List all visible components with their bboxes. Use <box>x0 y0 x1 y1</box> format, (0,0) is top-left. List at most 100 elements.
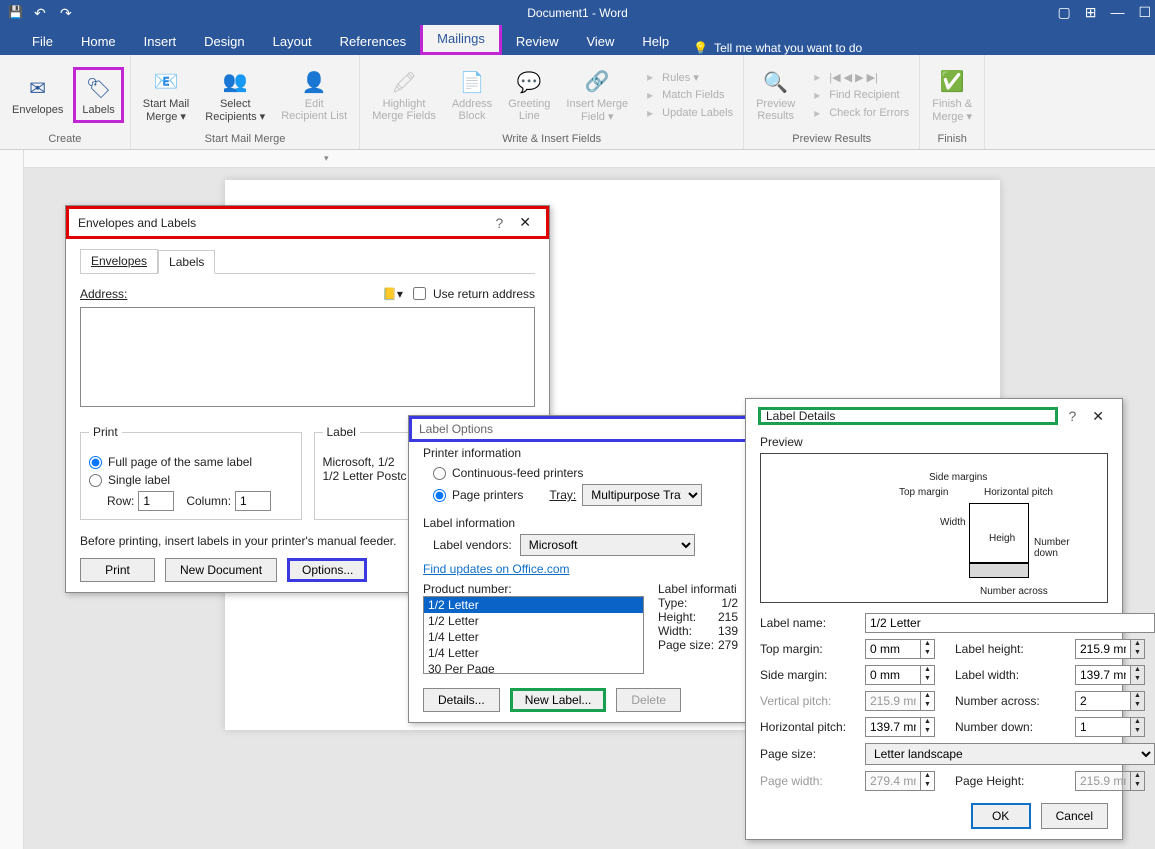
page-size-select[interactable]: Letter landscape <box>865 743 1155 765</box>
help-icon[interactable]: ? <box>1058 408 1086 424</box>
greeting-line-btn-label: Greeting Line <box>508 98 550 122</box>
spin-up[interactable]: ▲ <box>921 772 934 781</box>
find-updates-link[interactable]: Find updates on Office.com <box>423 562 738 576</box>
save-icon[interactable] <box>8 5 24 21</box>
undo-icon[interactable] <box>34 5 50 21</box>
spin-up[interactable]: ▲ <box>921 718 934 727</box>
details-button[interactable]: Details... <box>423 688 500 712</box>
tab-file[interactable]: File <box>18 28 67 55</box>
spin-down[interactable]: ▼ <box>1131 781 1144 790</box>
column-input[interactable] <box>235 491 271 511</box>
page-printers-radio[interactable] <box>433 489 446 502</box>
single-label-label: Single label <box>108 473 170 487</box>
spin-down[interactable]: ▼ <box>921 649 934 658</box>
product-item[interactable]: 1/4 Letter <box>424 629 643 645</box>
tab-labels[interactable]: Labels <box>158 250 215 274</box>
edit-recipient-list-btn-label: Edit Recipient List <box>281 98 347 122</box>
dialog-titlebar[interactable]: Label Details ? ✕ <box>746 399 1122 433</box>
label-details-grid: Label name: Top margin: ▲▼ Label height:… <box>760 613 1108 791</box>
full-page-radio[interactable] <box>89 456 102 469</box>
rec-nav-label: |◀ ◀ ▶ ▶| <box>829 71 878 84</box>
use-return-label: Use return address <box>433 287 535 301</box>
close-icon[interactable]: ✕ <box>1086 408 1110 425</box>
top-margin-input[interactable] <box>865 639 921 659</box>
spin-down[interactable]: ▼ <box>1131 727 1144 736</box>
tab-help[interactable]: Help <box>628 28 683 55</box>
select-recipients-btn[interactable]: 👥Select Recipients ▾ <box>199 64 271 127</box>
tab-review[interactable]: Review <box>502 28 573 55</box>
start-mail-merge-btn[interactable]: 📧Start Mail Merge ▾ <box>137 64 195 127</box>
tab-references[interactable]: References <box>326 28 420 55</box>
tab-envelopes[interactable]: Envelopes <box>80 249 158 273</box>
product-item[interactable]: 1/2 Letter <box>424 613 643 629</box>
spin-down[interactable]: ▼ <box>921 675 934 684</box>
minimize-icon[interactable]: — <box>1110 4 1124 21</box>
new-label-button[interactable]: New Label... <box>510 688 607 712</box>
greeting-line-btn-icon: 💬 <box>515 68 543 96</box>
spin-down[interactable]: ▼ <box>1131 701 1144 710</box>
row-input[interactable] <box>138 491 174 511</box>
help-icon[interactable]: ? <box>485 215 513 231</box>
num-down-input[interactable] <box>1075 717 1131 737</box>
product-item[interactable]: 30 Per Page <box>424 661 643 674</box>
spin-up[interactable]: ▲ <box>1131 718 1144 727</box>
tell-me-field[interactable]: Tell me what you want to do <box>693 41 862 55</box>
tray-select[interactable]: Multipurpose Tray <box>582 484 702 506</box>
tab-home[interactable]: Home <box>67 28 130 55</box>
address-textarea[interactable] <box>80 307 535 407</box>
finish-merge-btn-icon: ✅ <box>938 68 966 96</box>
new-document-button[interactable]: New Document <box>165 558 277 582</box>
insert-merge-field-btn: 🔗Insert Merge Field ▾ <box>560 64 634 127</box>
ribbon-display-icon[interactable]: ⊞ <box>1085 4 1097 21</box>
side-margin-field-label: Side margin: <box>760 668 855 682</box>
label-frame-title: Label <box>323 425 360 439</box>
label-height-input[interactable] <box>1075 639 1131 659</box>
spin-up[interactable]: ▲ <box>1131 692 1144 701</box>
vendors-select[interactable]: Microsoft <box>520 534 695 556</box>
product-number-listbox[interactable]: 1/2 Letter1/2 Letter1/4 Letter1/4 Letter… <box>423 596 644 674</box>
address-book-icon[interactable]: 📒▾ <box>382 287 403 301</box>
spin-up[interactable]: ▲ <box>921 666 934 675</box>
tab-layout[interactable]: Layout <box>259 28 326 55</box>
tab-design[interactable]: Design <box>190 28 258 55</box>
redo-icon[interactable] <box>60 5 76 21</box>
spin-down[interactable]: ▼ <box>921 701 934 710</box>
continuous-feed-radio[interactable] <box>433 467 446 480</box>
num-across-input[interactable] <box>1075 691 1131 711</box>
tab-insert[interactable]: Insert <box>130 28 191 55</box>
spin-down[interactable]: ▼ <box>1131 649 1144 658</box>
product-item[interactable]: 1/4 Letter <box>424 645 643 661</box>
close-icon[interactable]: ✕ <box>513 214 537 231</box>
product-item[interactable]: 1/2 Letter <box>424 597 643 613</box>
horiz-pitch-input[interactable] <box>865 717 921 737</box>
tab-mailings[interactable]: Mailings <box>420 22 502 55</box>
envelopes-btn[interactable]: ✉Envelopes <box>6 70 69 120</box>
side-margin-input[interactable] <box>865 665 921 685</box>
account-icon[interactable]: ▢ <box>1057 4 1070 21</box>
ok-button[interactable]: OK <box>971 803 1031 829</box>
spin-down[interactable]: ▼ <box>921 727 934 736</box>
cancel-button[interactable]: Cancel <box>1041 803 1108 829</box>
dialog-titlebar[interactable]: Envelopes and Labels ? ✕ <box>66 206 549 239</box>
tab-view[interactable]: View <box>572 28 628 55</box>
menubar: File Home Insert Design Layout Reference… <box>0 25 1155 55</box>
spin-up[interactable]: ▲ <box>1131 640 1144 649</box>
label-details-dialog: Label Details ? ✕ Preview Side margins H… <box>745 398 1123 840</box>
dialog-titlebar[interactable]: Label Options <box>409 416 752 442</box>
spin-down[interactable]: ▼ <box>1131 675 1144 684</box>
labels-btn[interactable]: 🏷Labels <box>73 67 123 123</box>
maximize-icon[interactable]: ☐ <box>1138 4 1151 21</box>
label-width-input[interactable] <box>1075 665 1131 685</box>
spin-up[interactable]: ▲ <box>1131 666 1144 675</box>
height-label: Height: <box>658 610 696 624</box>
spin-up[interactable]: ▲ <box>921 692 934 701</box>
label-name-input[interactable] <box>865 613 1155 633</box>
spin-up[interactable]: ▲ <box>1131 772 1144 781</box>
options-button[interactable]: Options... <box>287 558 367 582</box>
page-height-label: Page Height: <box>955 774 1065 788</box>
single-label-radio[interactable] <box>89 474 102 487</box>
spin-up[interactable]: ▲ <box>921 640 934 649</box>
use-return-checkbox[interactable] <box>413 287 426 300</box>
print-button[interactable]: Print <box>80 558 155 582</box>
spin-down[interactable]: ▼ <box>921 781 934 790</box>
